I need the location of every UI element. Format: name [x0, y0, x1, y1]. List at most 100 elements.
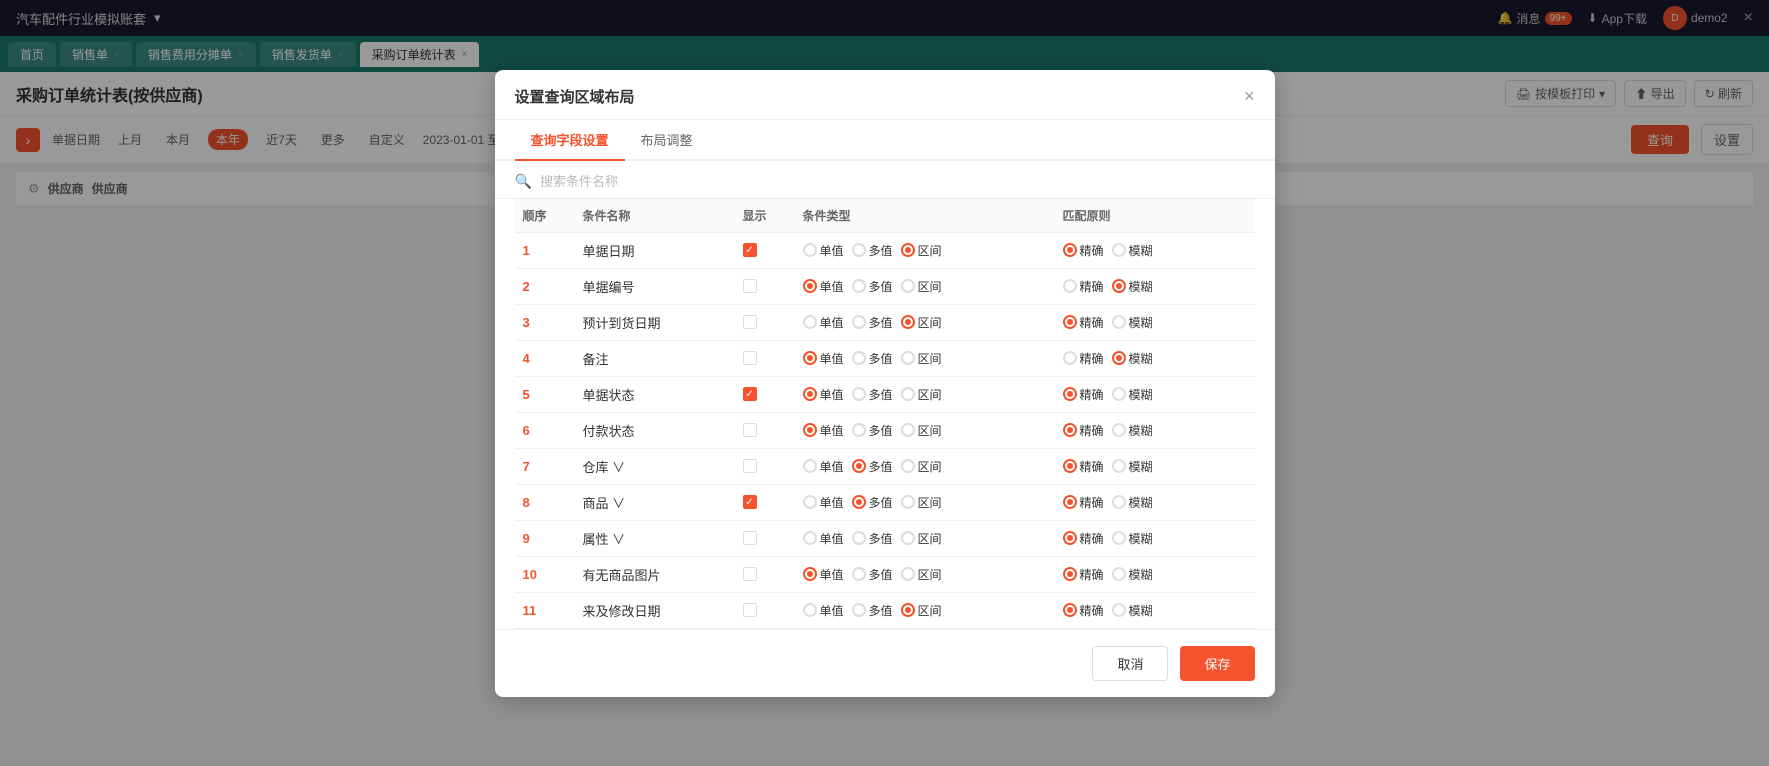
radio-type-range-9[interactable]: 区间	[901, 566, 942, 583]
radio-type-multi-6[interactable]: 多值	[852, 458, 893, 475]
cell-display-9[interactable]	[735, 567, 795, 581]
radio-match-fuzzy-8[interactable]: 模糊	[1112, 530, 1153, 547]
radio-match-exact-3[interactable]: 精确	[1063, 350, 1104, 367]
radio-match-fuzzy-5[interactable]: 模糊	[1112, 422, 1153, 439]
radio-match-exact-5[interactable]: 精确	[1063, 422, 1104, 439]
cell-order-2: 3	[515, 315, 575, 330]
radio-type-range-5[interactable]: 区间	[901, 422, 942, 439]
radio-dot-single-9	[803, 567, 817, 581]
tab-query-fields[interactable]: 查询字段设置	[515, 120, 625, 161]
radio-type-range-8[interactable]: 区间	[901, 530, 942, 547]
checkbox-display-8[interactable]	[743, 531, 757, 545]
dialog-title: 设置查询区域布局	[515, 86, 635, 107]
checkbox-display-3[interactable]	[743, 351, 757, 365]
radio-match-exact-6[interactable]: 精确	[1063, 458, 1104, 475]
radio-match-label-fuzzy-2: 模糊	[1129, 314, 1153, 331]
checkbox-display-9[interactable]	[743, 567, 757, 581]
radio-type-range-10[interactable]: 区间	[901, 602, 942, 619]
cell-display-3[interactable]	[735, 351, 795, 365]
radio-type-multi-9[interactable]: 多值	[852, 566, 893, 583]
radio-match-fuzzy-1[interactable]: 模糊	[1112, 278, 1153, 295]
radio-type-range-4[interactable]: 区间	[901, 386, 942, 403]
radio-match-fuzzy-0[interactable]: 模糊	[1112, 242, 1153, 259]
radio-type-single-1[interactable]: 单值	[803, 278, 844, 295]
radio-type-single-2[interactable]: 单值	[803, 314, 844, 331]
radio-type-single-5[interactable]: 单值	[803, 422, 844, 439]
radio-type-multi-1[interactable]: 多值	[852, 278, 893, 295]
radio-match-fuzzy-2[interactable]: 模糊	[1112, 314, 1153, 331]
radio-type-single-3[interactable]: 单值	[803, 350, 844, 367]
radio-label-range-2: 区间	[918, 314, 942, 331]
radio-type-single-0[interactable]: 单值	[803, 242, 844, 259]
radio-type-single-7[interactable]: 单值	[803, 494, 844, 511]
radio-type-single-9[interactable]: 单值	[803, 566, 844, 583]
save-button[interactable]: 保存	[1180, 646, 1254, 681]
cell-display-1[interactable]	[735, 279, 795, 293]
cell-display-6[interactable]	[735, 459, 795, 473]
radio-type-multi-4[interactable]: 多值	[852, 386, 893, 403]
cell-display-4[interactable]: ✓	[735, 387, 795, 401]
radio-type-range-2[interactable]: 区间	[901, 314, 942, 331]
cell-match-9: 精确模糊	[1055, 566, 1255, 583]
radio-dot-multi-1	[852, 279, 866, 293]
radio-type-multi-3[interactable]: 多值	[852, 350, 893, 367]
radio-match-exact-9[interactable]: 精确	[1063, 566, 1104, 583]
checkbox-display-0[interactable]: ✓	[743, 243, 757, 257]
checkbox-display-6[interactable]	[743, 459, 757, 473]
cancel-button[interactable]: 取消	[1092, 646, 1168, 681]
checkbox-display-2[interactable]	[743, 315, 757, 329]
radio-match-fuzzy-6[interactable]: 模糊	[1112, 458, 1153, 475]
cell-display-8[interactable]	[735, 531, 795, 545]
cell-display-7[interactable]: ✓	[735, 495, 795, 509]
radio-type-range-3[interactable]: 区间	[901, 350, 942, 367]
radio-type-single-10[interactable]: 单值	[803, 602, 844, 619]
cell-display-10[interactable]	[735, 603, 795, 617]
cell-type-10: 单值多值区间	[795, 602, 1055, 619]
radio-match-dot-exact-1	[1063, 279, 1077, 293]
cell-order-9: 10	[515, 567, 575, 582]
radio-match-fuzzy-3[interactable]: 模糊	[1112, 350, 1153, 367]
cell-display-5[interactable]	[735, 423, 795, 437]
radio-type-single-4[interactable]: 单值	[803, 386, 844, 403]
radio-type-multi-2[interactable]: 多值	[852, 314, 893, 331]
search-input[interactable]	[540, 174, 740, 189]
cell-order-8: 9	[515, 531, 575, 546]
radio-type-multi-8[interactable]: 多值	[852, 530, 893, 547]
radio-type-single-6[interactable]: 单值	[803, 458, 844, 475]
radio-match-fuzzy-7[interactable]: 模糊	[1112, 494, 1153, 511]
th-condition-type: 条件类型	[795, 207, 1055, 224]
checkbox-display-5[interactable]	[743, 423, 757, 437]
radio-type-multi-0[interactable]: 多值	[852, 242, 893, 259]
radio-match-label-exact-8: 精确	[1080, 530, 1104, 547]
radio-match-exact-7[interactable]: 精确	[1063, 494, 1104, 511]
radio-match-exact-2[interactable]: 精确	[1063, 314, 1104, 331]
radio-type-range-7[interactable]: 区间	[901, 494, 942, 511]
radio-match-exact-1[interactable]: 精确	[1063, 278, 1104, 295]
radio-dot-range-1	[901, 279, 915, 293]
radio-match-exact-4[interactable]: 精确	[1063, 386, 1104, 403]
cell-display-0[interactable]: ✓	[735, 243, 795, 257]
checkbox-display-4[interactable]: ✓	[743, 387, 757, 401]
tab-layout-adjust[interactable]: 布局调整	[625, 120, 709, 161]
checkbox-display-10[interactable]	[743, 603, 757, 617]
radio-type-single-8[interactable]: 单值	[803, 530, 844, 547]
radio-match-exact-0[interactable]: 精确	[1063, 242, 1104, 259]
checkbox-display-1[interactable]	[743, 279, 757, 293]
checkbox-display-7[interactable]: ✓	[743, 495, 757, 509]
radio-type-range-6[interactable]: 区间	[901, 458, 942, 475]
radio-match-label-exact-10: 精确	[1080, 602, 1104, 619]
cell-display-2[interactable]	[735, 315, 795, 329]
radio-dot-multi-4	[852, 387, 866, 401]
radio-type-multi-5[interactable]: 多值	[852, 422, 893, 439]
dialog-close-button[interactable]: ×	[1244, 86, 1255, 107]
radio-type-multi-7[interactable]: 多值	[852, 494, 893, 511]
radio-type-multi-10[interactable]: 多值	[852, 602, 893, 619]
radio-match-fuzzy-9[interactable]: 模糊	[1112, 566, 1153, 583]
radio-match-fuzzy-10[interactable]: 模糊	[1112, 602, 1153, 619]
tab-layout-adjust-label: 布局调整	[641, 133, 693, 148]
radio-match-fuzzy-4[interactable]: 模糊	[1112, 386, 1153, 403]
radio-type-range-1[interactable]: 区间	[901, 278, 942, 295]
radio-match-exact-10[interactable]: 精确	[1063, 602, 1104, 619]
radio-type-range-0[interactable]: 区间	[901, 242, 942, 259]
radio-match-exact-8[interactable]: 精确	[1063, 530, 1104, 547]
